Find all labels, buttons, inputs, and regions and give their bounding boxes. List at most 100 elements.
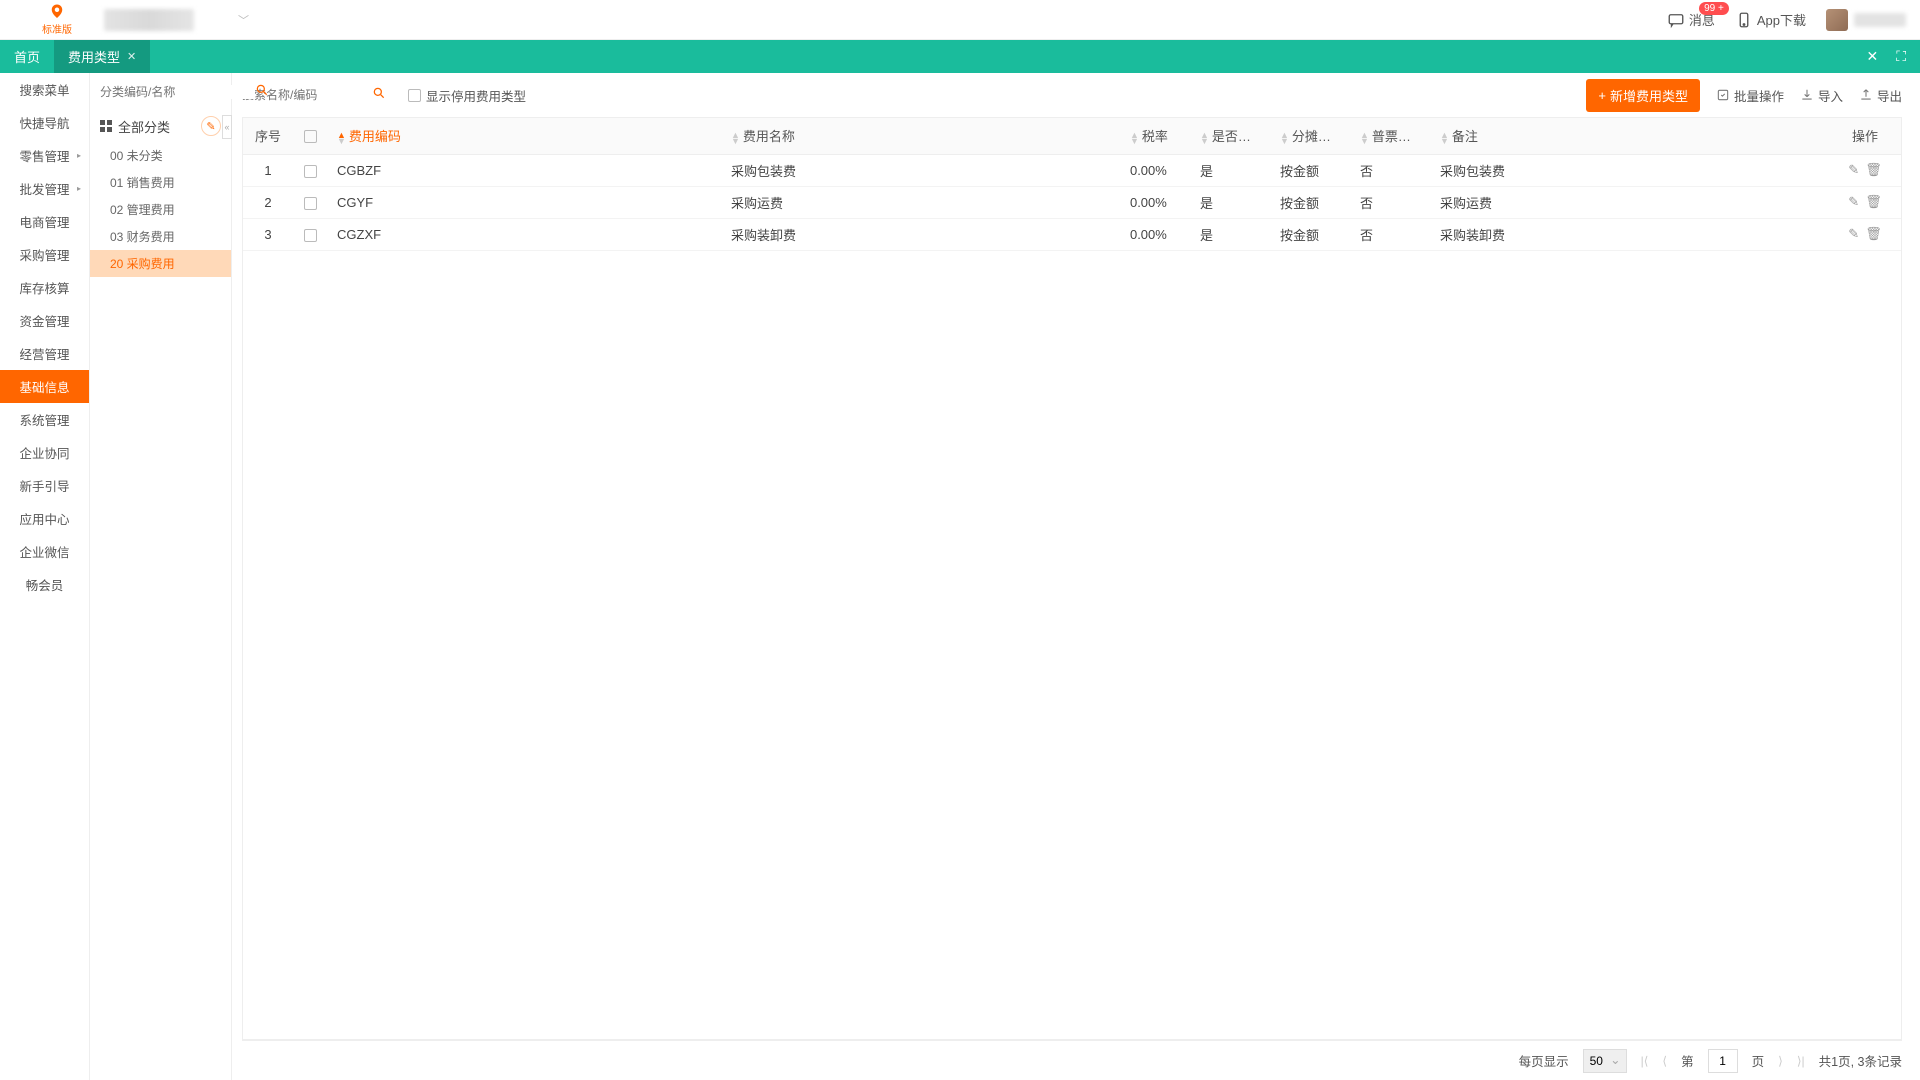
tree-item[interactable]: 03 财务费用 <box>90 223 231 250</box>
col-alloc[interactable]: ▲▼分摊… <box>1270 118 1350 154</box>
pager-di-label: 第 <box>1681 1051 1694 1070</box>
tree-search-icon[interactable] <box>255 83 269 100</box>
cell-remark: 采购包装费 <box>1430 154 1829 186</box>
cell-alloc: 按金额 <box>1270 218 1350 250</box>
sidemenu-item[interactable]: 新手引导 <box>0 469 89 502</box>
row-edit-icon[interactable]: ✎ <box>1848 162 1859 177</box>
plus-icon: + <box>1598 88 1606 103</box>
sidemenu-item[interactable]: 企业微信 <box>0 535 89 568</box>
row-checkbox[interactable] <box>293 154 327 186</box>
batch-ops-button[interactable]: 批量操作 <box>1716 86 1784 105</box>
tree-search-input[interactable] <box>100 85 255 99</box>
tenant-chevron-icon[interactable]: ﹀ <box>238 12 249 28</box>
sidemenu-item[interactable]: 经营管理 <box>0 337 89 370</box>
pager-prev-icon[interactable]: ⟨ <box>1662 1054 1667 1068</box>
col-select-all[interactable] <box>293 118 327 154</box>
sidemenu-item[interactable]: 快捷导航 <box>0 106 89 139</box>
col-rate[interactable]: ▲▼税率 <box>1120 118 1190 154</box>
cell-bool: 是 <box>1190 154 1270 186</box>
cell-ticket: 否 <box>1350 218 1430 250</box>
page-size-select[interactable]: 50 <box>1583 1049 1627 1073</box>
col-name[interactable]: ▲▼费用名称 <box>721 118 1120 154</box>
row-delete-icon[interactable]: 🗑 <box>1865 226 1882 241</box>
col-bool[interactable]: ▲▼是否… <box>1190 118 1270 154</box>
cell-remark: 采购运费 <box>1430 186 1829 218</box>
cell-alloc: 按金额 <box>1270 186 1350 218</box>
export-button[interactable]: 导出 <box>1859 86 1902 105</box>
tab-strip: 首页 费用类型 ✕ ✕ ⛶ <box>0 40 1920 73</box>
sidemenu-item[interactable]: 资金管理 <box>0 304 89 337</box>
category-tree-panel: 全部分类 ✎ « 00 未分类01 销售费用02 管理费用03 财务费用20 采… <box>90 73 232 1080</box>
sidemenu-item[interactable]: 采购管理 <box>0 238 89 271</box>
user-avatar[interactable] <box>1826 9 1848 31</box>
col-remark[interactable]: ▲▼备注 <box>1430 118 1829 154</box>
col-ticket[interactable]: ▲▼普票… <box>1350 118 1430 154</box>
pager-next-icon[interactable]: ⟩ <box>1778 1054 1783 1068</box>
table-search-icon[interactable] <box>372 86 386 103</box>
sidemenu-item[interactable]: 库存核算 <box>0 271 89 304</box>
tab-close-icon[interactable]: ✕ <box>127 50 136 63</box>
cell-code: CGZXF <box>327 218 721 250</box>
grid-icon <box>100 120 112 132</box>
row-delete-icon[interactable]: 🗑 <box>1865 162 1882 177</box>
pager-last-icon[interactable]: ⟩| <box>1797 1054 1805 1068</box>
cell-remark: 采购装卸费 <box>1430 218 1829 250</box>
import-button[interactable]: 导入 <box>1800 86 1843 105</box>
tab-home[interactable]: 首页 <box>0 40 54 73</box>
sidemenu-item[interactable]: 电商管理 <box>0 205 89 238</box>
pager-ye-label: 页 <box>1752 1051 1765 1070</box>
new-expense-type-button[interactable]: + 新增费用类型 <box>1586 79 1700 112</box>
toolbar: 显示停用费用类型 + 新增费用类型 批量操作 导入 导出 <box>232 73 1920 111</box>
sidemenu-item[interactable]: 畅会员 <box>0 568 89 601</box>
tree-item[interactable]: 20 采购费用 <box>90 250 231 277</box>
cell-alloc: 按金额 <box>1270 154 1350 186</box>
sidemenu-item[interactable]: 零售管理▸ <box>0 139 89 172</box>
sidemenu-item[interactable]: 应用中心 <box>0 502 89 535</box>
tab-fullscreen-icon[interactable]: ⛶ <box>1896 48 1906 65</box>
sidemenu-item[interactable]: 基础信息 <box>0 370 89 403</box>
cell-name: 采购运费 <box>721 186 1120 218</box>
table-row: 1CGBZF采购包装费0.00%是按金额否采购包装费✎🗑 <box>243 154 1901 186</box>
app-download-button[interactable]: App下载 <box>1735 10 1806 29</box>
show-disabled-checkbox[interactable]: 显示停用费用类型 <box>408 86 526 105</box>
cell-rate: 0.00% <box>1120 186 1190 218</box>
row-checkbox[interactable] <box>293 218 327 250</box>
brand-logo: 标准版 <box>14 3 100 36</box>
cell-name: 采购包装费 <box>721 154 1120 186</box>
brand-sub: 标准版 <box>42 21 72 36</box>
app-download-label: App下载 <box>1757 10 1806 29</box>
tree-item[interactable]: 01 销售费用 <box>90 169 231 196</box>
cell-ticket: 否 <box>1350 154 1430 186</box>
col-index[interactable]: 序号 <box>243 118 293 154</box>
cell-rate: 0.00% <box>1120 154 1190 186</box>
cell-index: 1 <box>243 154 293 186</box>
user-name-blurred <box>1854 13 1906 27</box>
tree-item[interactable]: 00 未分类 <box>90 142 231 169</box>
row-edit-icon[interactable]: ✎ <box>1848 226 1859 241</box>
sidemenu-item[interactable]: 企业协同 <box>0 436 89 469</box>
sidemenu-item[interactable]: 系统管理 <box>0 403 89 436</box>
tab-expense-type[interactable]: 费用类型 ✕ <box>54 40 150 73</box>
tab-closeall-icon[interactable]: ✕ <box>1866 48 1878 65</box>
sidemenu-item[interactable]: 搜索菜单 <box>0 73 89 106</box>
table-row: 2CGYF采购运费0.00%是按金额否采购运费✎🗑 <box>243 186 1901 218</box>
tree-item[interactable]: 02 管理费用 <box>90 196 231 223</box>
tree-collapse-icon[interactable]: « <box>222 115 232 139</box>
cell-code: CGYF <box>327 186 721 218</box>
cell-rate: 0.00% <box>1120 218 1190 250</box>
messages-badge: 99 + <box>1699 2 1729 15</box>
pager-page-input[interactable] <box>1708 1049 1738 1073</box>
row-edit-icon[interactable]: ✎ <box>1848 194 1859 209</box>
tree-search <box>90 83 231 110</box>
tenant-name-blurred <box>104 9 194 31</box>
row-delete-icon[interactable]: 🗑 <box>1865 194 1882 209</box>
cell-bool: 是 <box>1190 218 1270 250</box>
col-code[interactable]: ▲▼费用编码 <box>327 118 721 154</box>
row-checkbox[interactable] <box>293 186 327 218</box>
cell-name: 采购装卸费 <box>721 218 1120 250</box>
pager-first-icon[interactable]: |⟨ <box>1641 1054 1649 1068</box>
messages-button[interactable]: 消息 99 + <box>1667 10 1715 29</box>
tree-edit-icon[interactable]: ✎ <box>201 116 221 136</box>
sidemenu-item[interactable]: 批发管理▸ <box>0 172 89 205</box>
tree-all-categories[interactable]: 全部分类 ✎ <box>90 110 231 142</box>
